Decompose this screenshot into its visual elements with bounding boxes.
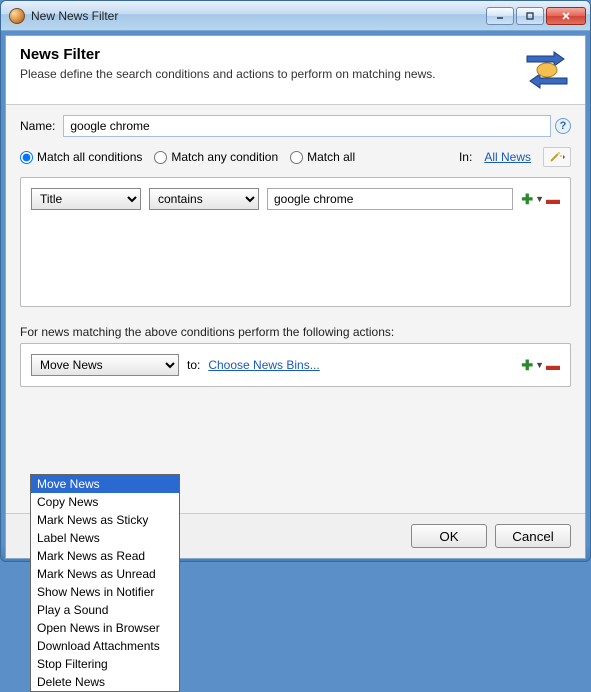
action-option[interactable]: Play a Sound	[31, 601, 179, 619]
app-icon	[9, 8, 25, 24]
match-all-conditions-radio[interactable]: Match all conditions	[20, 150, 142, 164]
header-title: News Filter	[20, 46, 523, 63]
add-condition-icon[interactable]: ✚	[521, 191, 533, 208]
condition-operator-select[interactable]: contains	[149, 188, 259, 210]
in-scope-link[interactable]: All News	[484, 150, 531, 164]
action-dropdown-list[interactable]: Move NewsCopy NewsMark News as StickyLab…	[30, 474, 180, 692]
window-title: New News Filter	[31, 9, 486, 23]
match-all-radio[interactable]: Match all	[290, 150, 355, 164]
action-option[interactable]: Delete News	[31, 673, 179, 691]
condition-row: Title contains ✚ ▼ ▬	[31, 188, 560, 210]
client-area: News Filter Please define the search con…	[5, 35, 586, 559]
action-option[interactable]: Mark News as Unread	[31, 565, 179, 583]
wand-button[interactable]	[543, 147, 571, 167]
add-action-icon[interactable]: ✚	[521, 357, 533, 374]
remove-action-icon[interactable]: ▬	[546, 357, 560, 373]
action-option[interactable]: Mark News as Sticky	[31, 511, 179, 529]
remove-condition-icon[interactable]: ▬	[546, 191, 560, 207]
dialog-window: New News Filter News Filter Please defin…	[0, 0, 591, 562]
action-option[interactable]: Stop Filtering	[31, 655, 179, 673]
condition-value-input[interactable]	[267, 188, 513, 210]
action-option[interactable]: Show News in Notifier	[31, 583, 179, 601]
condition-menu-icon[interactable]: ▼	[535, 194, 544, 204]
choose-news-bins-link[interactable]: Choose News Bins...	[208, 358, 319, 372]
conditions-panel: Title contains ✚ ▼ ▬	[20, 177, 571, 307]
action-option[interactable]: Label News	[31, 529, 179, 547]
match-any-condition-radio[interactable]: Match any condition	[154, 150, 278, 164]
ok-button[interactable]: OK	[411, 524, 487, 548]
header-subtitle: Please define the search conditions and …	[20, 67, 523, 81]
name-label: Name:	[20, 119, 55, 133]
action-option[interactable]: Open News in Browser	[31, 619, 179, 637]
in-label: In:	[459, 150, 472, 164]
name-input[interactable]	[63, 115, 551, 137]
help-icon[interactable]: ?	[555, 118, 571, 134]
minimize-button[interactable]	[486, 7, 514, 25]
actions-section-label: For news matching the above conditions p…	[20, 325, 571, 339]
action-row: Move News to: Choose News Bins... ✚ ▼ ▬	[31, 354, 560, 376]
dialog-body: Name: ? Match all conditions Match any c…	[6, 105, 585, 513]
condition-field-select[interactable]: Title	[31, 188, 141, 210]
action-option[interactable]: Copy News	[31, 493, 179, 511]
close-button[interactable]	[546, 7, 586, 25]
action-option[interactable]: Mark News as Read	[31, 547, 179, 565]
action-menu-icon[interactable]: ▼	[535, 360, 544, 370]
action-to-label: to:	[187, 358, 200, 372]
dialog-header: News Filter Please define the search con…	[6, 36, 585, 105]
action-option[interactable]: Move News	[31, 475, 179, 493]
maximize-button[interactable]	[516, 7, 544, 25]
cancel-button[interactable]: Cancel	[495, 524, 571, 548]
action-select[interactable]: Move News	[31, 354, 179, 376]
titlebar[interactable]: New News Filter	[1, 1, 590, 31]
action-option[interactable]: Download Attachments	[31, 637, 179, 655]
actions-panel: Move News to: Choose News Bins... ✚ ▼ ▬	[20, 343, 571, 387]
filter-arrows-icon	[523, 46, 571, 94]
